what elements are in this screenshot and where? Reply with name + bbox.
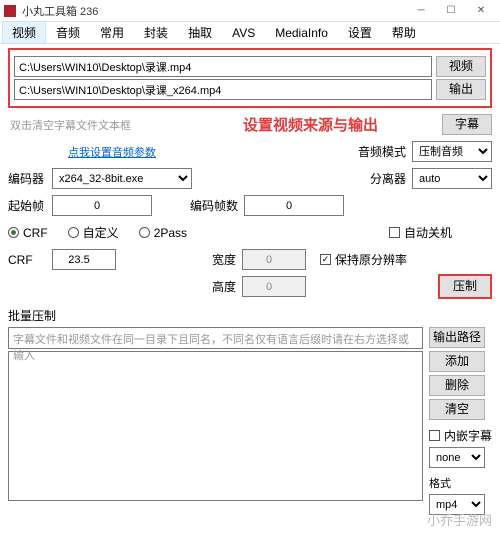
batch-hint[interactable]: 字幕文件和视频文件在同一目录下且同名，不同名仅有语言后缀时请在右方选择或输入 xyxy=(8,327,423,349)
output-row: 输出 xyxy=(14,79,486,100)
audio-mode-select[interactable]: 压制音频 xyxy=(412,141,492,162)
input-video-path[interactable] xyxy=(14,56,432,77)
menubar: 视频 音频 常用 封装 抽取 AVS MediaInfo 设置 帮助 xyxy=(0,22,500,44)
menu-mediainfo[interactable]: MediaInfo xyxy=(265,23,338,43)
mode-crf-label: CRF xyxy=(23,226,48,240)
demuxer-label: 分离器 xyxy=(350,170,406,187)
batch-add-button[interactable]: 添加 xyxy=(429,351,485,372)
frame-count-input[interactable] xyxy=(244,195,344,216)
encoder-row: 编码器 x264_32-8bit.exe 分离器 auto xyxy=(8,168,492,189)
frame-count-label: 编码帧数 xyxy=(182,197,238,214)
encoder-label: 编码器 xyxy=(8,170,52,187)
annotation-text: 设置视频来源与输出 xyxy=(243,114,378,135)
input-row: 视频 xyxy=(14,56,486,77)
subtitle-lang-select[interactable]: none xyxy=(429,447,485,468)
encode-button[interactable]: 压制 xyxy=(438,274,492,299)
menu-extract[interactable]: 抽取 xyxy=(178,21,222,44)
audio-mode-label: 音频模式 xyxy=(350,143,406,160)
titlebar: 小丸工具箱 236 ─ ☐ ✕ xyxy=(0,0,500,22)
app-icon xyxy=(4,5,16,17)
height-input[interactable] xyxy=(242,276,306,297)
mode-2pass-label: 2Pass xyxy=(154,226,187,240)
browse-output-button[interactable]: 输出 xyxy=(436,79,486,100)
menu-avs[interactable]: AVS xyxy=(222,23,265,43)
auto-shutdown-label: 自动关机 xyxy=(404,224,452,241)
batch-area: 字幕文件和视频文件在同一目录下且同名，不同名仅有语言后缀时请在右方选择或输入 输… xyxy=(8,327,492,515)
width-label: 宽度 xyxy=(196,251,236,268)
io-paths-highlight: 视频 输出 xyxy=(8,48,492,108)
minimize-button[interactable]: ─ xyxy=(406,1,436,21)
mode-custom-radio[interactable]: 自定义 xyxy=(68,224,119,241)
mode-row: CRF 自定义 2Pass 自动关机 xyxy=(8,224,492,241)
keep-resolution-label: 保持原分辨率 xyxy=(335,251,407,268)
menu-video[interactable]: 视频 xyxy=(2,21,46,44)
crf-input[interactable] xyxy=(52,249,116,270)
width-input[interactable] xyxy=(242,249,306,270)
batch-clear-button[interactable]: 清空 xyxy=(429,399,485,420)
browse-subtitle-button[interactable]: 字幕 xyxy=(442,114,492,135)
auto-shutdown-check[interactable]: 自动关机 xyxy=(389,224,452,241)
content-area: 视频 输出 双击清空字幕文件文本框 设置视频来源与输出 字幕 点我设置音频参数 … xyxy=(0,44,500,523)
crf-width-row: CRF 宽度 保持原分辨率 xyxy=(8,249,492,270)
menu-audio[interactable]: 音频 xyxy=(46,21,90,44)
audio-params-link[interactable]: 点我设置音频参数 xyxy=(68,144,156,160)
embed-subtitle-label: 内嵌字幕 xyxy=(444,427,492,444)
watermark: 小乔手游网 xyxy=(427,510,492,529)
menu-mux[interactable]: 封装 xyxy=(134,21,178,44)
batch-output-path-button[interactable]: 输出路径 xyxy=(429,327,485,348)
window-title: 小丸工具箱 236 xyxy=(22,3,406,19)
start-frame-label: 起始帧 xyxy=(8,197,52,214)
window-controls: ─ ☐ ✕ xyxy=(406,1,496,21)
crf-label: CRF xyxy=(8,253,52,267)
menu-common[interactable]: 常用 xyxy=(90,21,134,44)
height-label: 高度 xyxy=(196,278,236,295)
maximize-button[interactable]: ☐ xyxy=(436,1,466,21)
mode-custom-label: 自定义 xyxy=(83,224,119,241)
height-row: 高度 压制 xyxy=(8,274,492,299)
mode-crf-radio[interactable]: CRF xyxy=(8,226,48,240)
frames-row: 起始帧 编码帧数 xyxy=(8,195,492,216)
batch-list[interactable] xyxy=(8,351,423,501)
browse-video-button[interactable]: 视频 xyxy=(436,56,486,77)
output-video-path[interactable] xyxy=(14,79,432,100)
subtitle-row: 双击清空字幕文件文本框 设置视频来源与输出 字幕 xyxy=(8,114,492,135)
batch-delete-button[interactable]: 删除 xyxy=(429,375,485,396)
start-frame-input[interactable] xyxy=(52,195,152,216)
encoder-select[interactable]: x264_32-8bit.exe xyxy=(52,168,192,189)
format-label: 格式 xyxy=(429,475,492,491)
mode-2pass-radio[interactable]: 2Pass xyxy=(139,226,187,240)
menu-help[interactable]: 帮助 xyxy=(382,21,426,44)
keep-resolution-check[interactable]: 保持原分辨率 xyxy=(320,251,407,268)
subtitle-placeholder[interactable]: 双击清空字幕文件文本框 xyxy=(8,117,243,133)
batch-buttons: 输出路径 添加 删除 清空 内嵌字幕 none 格式 mp4 xyxy=(429,327,492,515)
batch-title: 批量压制 xyxy=(8,307,492,324)
demuxer-select[interactable]: auto xyxy=(412,168,492,189)
menu-settings[interactable]: 设置 xyxy=(338,21,382,44)
embed-subtitle-check[interactable]: 内嵌字幕 xyxy=(429,427,492,444)
audio-row: 点我设置音频参数 音频模式 压制音频 xyxy=(8,141,492,162)
close-button[interactable]: ✕ xyxy=(466,1,496,21)
